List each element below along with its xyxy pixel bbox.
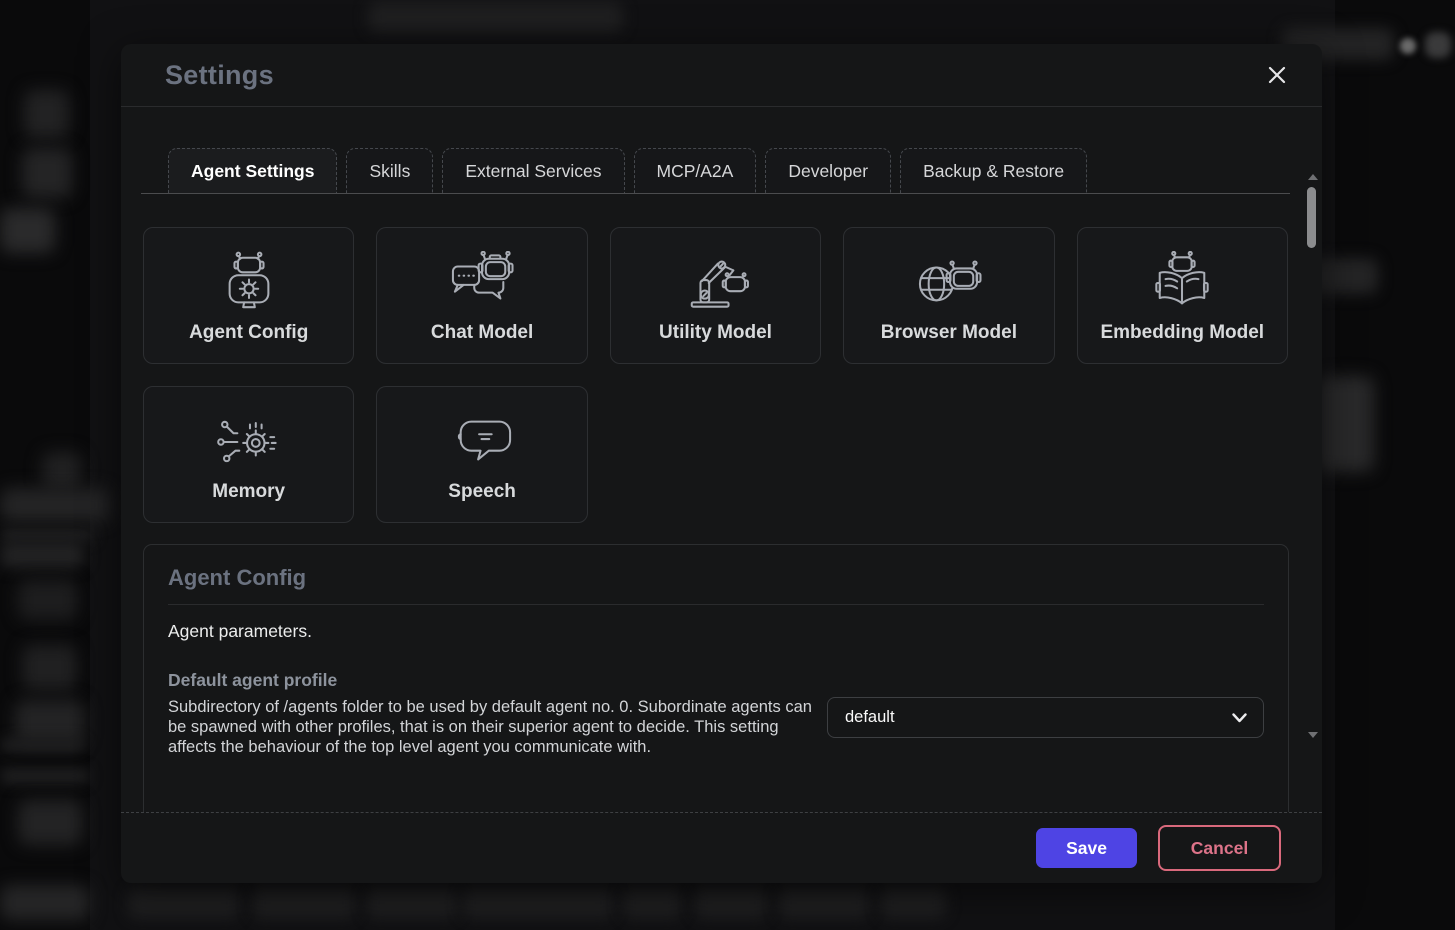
nav-card-utility-model[interactable]: Utility Model xyxy=(610,227,821,364)
chat-robot-icon xyxy=(443,251,521,313)
background-blob xyxy=(1400,38,1416,54)
modal-body: Agent SettingsSkillsExternal ServicesMCP… xyxy=(121,108,1322,812)
section-divider xyxy=(168,604,1264,605)
tab-bar: Agent SettingsSkillsExternal ServicesMCP… xyxy=(141,148,1290,194)
agent-config-section: Agent Config Agent parameters. Default a… xyxy=(143,544,1289,812)
cancel-button[interactable]: Cancel xyxy=(1158,825,1281,871)
tab-agent-settings[interactable]: Agent Settings xyxy=(168,148,337,193)
globe-robot-icon xyxy=(910,251,988,313)
card-label: Embedding Model xyxy=(1100,322,1264,344)
background-blob xyxy=(1425,32,1451,58)
tab-mcp-a2a[interactable]: MCP/A2A xyxy=(634,148,757,193)
select-value: default xyxy=(845,708,895,727)
card-label: Chat Model xyxy=(431,322,533,344)
nav-card-memory[interactable]: Memory xyxy=(143,386,354,523)
card-label: Utility Model xyxy=(659,322,772,344)
card-label: Speech xyxy=(448,481,516,503)
card-label: Agent Config xyxy=(189,322,308,344)
chevron-down-icon xyxy=(1232,713,1247,723)
speech-bubble-icon xyxy=(443,410,521,472)
default-agent-profile-select[interactable]: default xyxy=(827,697,1264,738)
scrollbar-down-button[interactable] xyxy=(1308,732,1318,738)
tab-skills[interactable]: Skills xyxy=(346,148,433,193)
robot-arm-icon xyxy=(676,251,754,313)
app-stage: Settings Agent SettingsSkillsExternal Se… xyxy=(0,0,1455,930)
scrollbar xyxy=(1305,174,1319,738)
nav-card-browser-model[interactable]: Browser Model xyxy=(843,227,1054,364)
scrollbar-thumb[interactable] xyxy=(1307,187,1316,248)
scrollbar-up-button[interactable] xyxy=(1308,174,1318,180)
memory-circuit-icon xyxy=(210,410,288,472)
card-label: Memory xyxy=(212,481,285,503)
modal-header: Settings xyxy=(121,44,1322,107)
nav-card-agent-config[interactable]: Agent Config xyxy=(143,227,354,364)
field-label-default-agent-profile: Default agent profile xyxy=(168,670,1264,691)
robot-book-icon xyxy=(1143,251,1221,313)
modal-title: Settings xyxy=(165,60,274,91)
background-sidebar xyxy=(0,0,90,930)
card-label: Browser Model xyxy=(881,322,1017,344)
close-button[interactable] xyxy=(1262,60,1292,90)
tab-backup-restore[interactable]: Backup & Restore xyxy=(900,148,1087,193)
save-button[interactable]: Save xyxy=(1036,828,1137,868)
nav-card-speech[interactable]: Speech xyxy=(376,386,587,523)
modal-footer: Save Cancel xyxy=(121,812,1322,883)
close-icon xyxy=(1267,65,1287,85)
settings-modal: Settings Agent SettingsSkillsExternal Se… xyxy=(121,44,1322,883)
tab-external-services[interactable]: External Services xyxy=(442,148,624,193)
field-row: Subdirectory of /agents folder to be use… xyxy=(168,697,1264,757)
robot-config-icon xyxy=(210,251,288,313)
nav-card-embedding-model[interactable]: Embedding Model xyxy=(1077,227,1288,364)
nav-card-chat-model[interactable]: Chat Model xyxy=(376,227,587,364)
settings-nav-cards: Agent Config Chat Model Utility Model Brows… xyxy=(143,227,1288,523)
section-description: Agent parameters. xyxy=(168,621,1264,642)
tab-developer[interactable]: Developer xyxy=(765,148,891,193)
section-title: Agent Config xyxy=(168,565,1264,591)
field-description: Subdirectory of /agents folder to be use… xyxy=(168,697,816,757)
